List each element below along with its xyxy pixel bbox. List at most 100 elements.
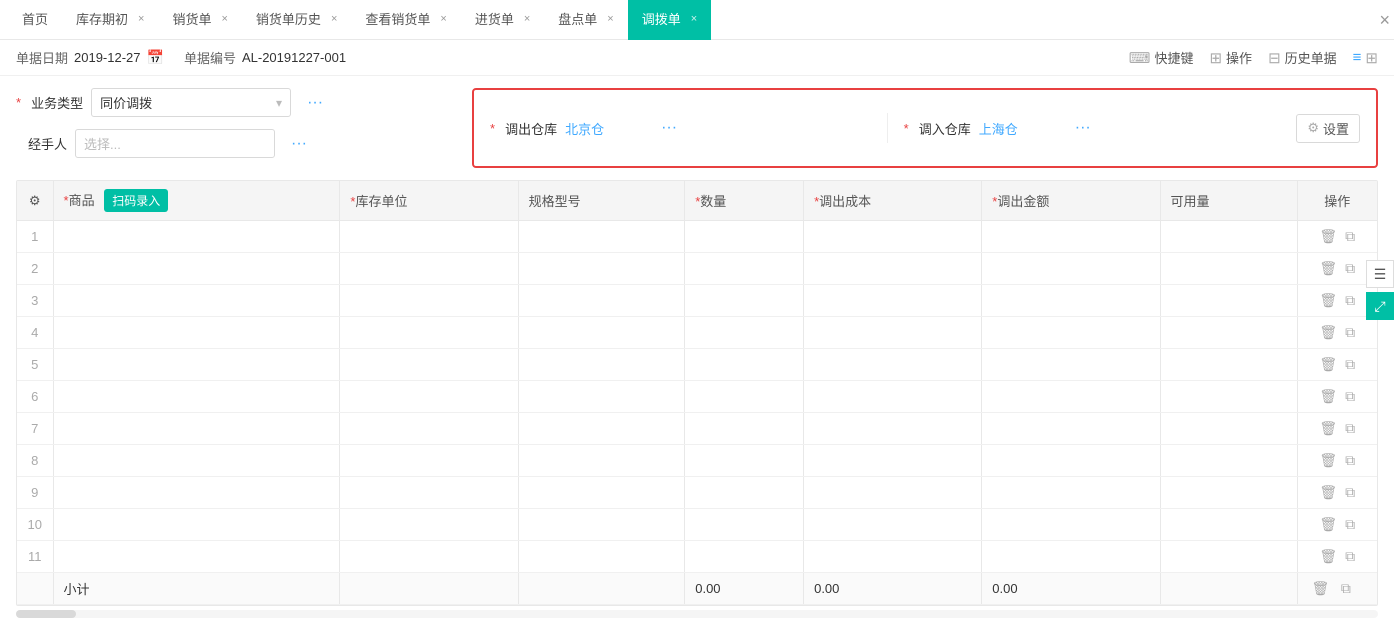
copy-row-6-icon[interactable]: ⧉ [1345,388,1355,404]
cell-spec-3[interactable] [518,285,685,317]
tab-view-sales[interactable]: 查看销货单× [351,0,460,40]
sidebar-list-button[interactable]: ☰ [1366,260,1394,288]
cell-product-6[interactable] [53,381,340,413]
cell-spec-8[interactable] [518,445,685,477]
cell-cost-10[interactable] [804,509,982,541]
transfer-in-more-button[interactable]: ··· [1075,119,1091,137]
cell-available-5[interactable] [1160,349,1297,381]
close-window-button[interactable]: × [1379,11,1390,29]
cell-unit-1[interactable] [340,221,518,253]
cell-cost-5[interactable] [804,349,982,381]
cell-qty-1[interactable] [685,221,804,253]
copy-row-2-icon[interactable]: ⧉ [1345,260,1355,276]
cell-qty-7[interactable] [685,413,804,445]
cell-qty-3[interactable] [685,285,804,317]
copy-row-3-icon[interactable]: ⧉ [1345,292,1355,308]
business-type-select[interactable]: 同价调拨 ▾ [91,88,291,117]
delete-row-6-icon[interactable]: 🗑 [1319,388,1337,404]
cell-qty-5[interactable] [685,349,804,381]
cell-qty-2[interactable] [685,253,804,285]
copy-row-7-icon[interactable]: ⧉ [1345,420,1355,436]
tab-purchase-order[interactable]: 进货单× [461,0,544,40]
transfer-in-value[interactable]: 上海仓 [979,119,1059,138]
tab-sales-order[interactable]: 销货单× [158,0,241,40]
cell-product-7[interactable] [53,413,340,445]
tab-transfer[interactable]: 调拨单× [628,0,711,40]
delete-row-3-icon[interactable]: 🗑 [1319,292,1337,308]
cell-amount-11[interactable] [982,541,1160,573]
cell-available-2[interactable] [1160,253,1297,285]
cell-cost-2[interactable] [804,253,982,285]
th-gear[interactable]: ⚙ [17,181,53,221]
tab-close-sales-history[interactable]: × [331,13,337,25]
cell-amount-2[interactable] [982,253,1160,285]
cell-available-10[interactable] [1160,509,1297,541]
tab-home[interactable]: 首页 [8,0,62,40]
table-gear-icon[interactable]: ⚙ [29,193,41,208]
cell-product-9[interactable] [53,477,340,509]
cell-amount-5[interactable] [982,349,1160,381]
cell-product-10[interactable] [53,509,340,541]
scan-button[interactable]: 扫码录入 [104,189,168,212]
delete-row-5-icon[interactable]: 🗑 [1319,356,1337,372]
cell-available-6[interactable] [1160,381,1297,413]
tab-sales-history[interactable]: 销货单历史× [242,0,351,40]
calendar-icon[interactable]: 📅 [147,49,164,66]
cell-product-8[interactable] [53,445,340,477]
cell-product-11[interactable] [53,541,340,573]
cell-unit-11[interactable] [340,541,518,573]
cell-unit-10[interactable] [340,509,518,541]
cell-spec-11[interactable] [518,541,685,573]
cell-amount-3[interactable] [982,285,1160,317]
operation-button[interactable]: ⊞ 操作 [1209,48,1252,67]
cell-unit-5[interactable] [340,349,518,381]
cell-spec-2[interactable] [518,253,685,285]
delete-row-10-icon[interactable]: 🗑 [1319,516,1337,532]
transfer-out-value[interactable]: 北京仓 [565,119,645,138]
transfer-out-more-button[interactable]: ··· [661,119,677,137]
copy-row-9-icon[interactable]: ⧉ [1345,484,1355,500]
cell-qty-8[interactable] [685,445,804,477]
cell-amount-4[interactable] [982,317,1160,349]
copy-row-1-icon[interactable]: ⧉ [1345,228,1355,244]
cell-cost-11[interactable] [804,541,982,573]
cell-amount-1[interactable] [982,221,1160,253]
cell-available-11[interactable] [1160,541,1297,573]
copy-row-8-icon[interactable]: ⧉ [1345,452,1355,468]
cell-cost-9[interactable] [804,477,982,509]
cell-spec-7[interactable] [518,413,685,445]
cell-available-1[interactable] [1160,221,1297,253]
history-button[interactable]: ⊟ 历史单据 [1268,48,1337,67]
cell-spec-9[interactable] [518,477,685,509]
copy-row-10-icon[interactable]: ⧉ [1345,516,1355,532]
cell-qty-9[interactable] [685,477,804,509]
cell-amount-9[interactable] [982,477,1160,509]
grid-view-icon[interactable]: ⊞ [1365,49,1378,67]
date-value[interactable]: 2019-12-27 [74,50,141,65]
cell-product-1[interactable] [53,221,340,253]
tab-close-inventory-init[interactable]: × [138,13,144,25]
handler-more-button[interactable]: ··· [291,135,307,153]
cell-available-3[interactable] [1160,285,1297,317]
copy-row-4-icon[interactable]: ⧉ [1345,324,1355,340]
cell-product-4[interactable] [53,317,340,349]
cell-qty-11[interactable] [685,541,804,573]
cell-cost-6[interactable] [804,381,982,413]
cell-spec-4[interactable] [518,317,685,349]
cell-available-7[interactable] [1160,413,1297,445]
tab-inventory-init[interactable]: 库存期初× [62,0,158,40]
handler-select[interactable]: 选择... [75,129,275,158]
tab-close-transfer[interactable]: × [691,13,697,25]
delete-row-9-icon[interactable]: 🗑 [1319,484,1337,500]
tab-close-inventory-count[interactable]: × [607,13,613,25]
cell-qty-6[interactable] [685,381,804,413]
delete-row-11-icon[interactable]: 🗑 [1319,548,1337,564]
delete-row-7-icon[interactable]: 🗑 [1319,420,1337,436]
subtotal-copy-icon[interactable]: ⧉ [1341,580,1351,596]
cell-product-3[interactable] [53,285,340,317]
sidebar-expand-button[interactable]: ⤢ [1366,292,1394,320]
cell-available-9[interactable] [1160,477,1297,509]
delete-row-8-icon[interactable]: 🗑 [1319,452,1337,468]
cell-qty-4[interactable] [685,317,804,349]
cell-cost-3[interactable] [804,285,982,317]
